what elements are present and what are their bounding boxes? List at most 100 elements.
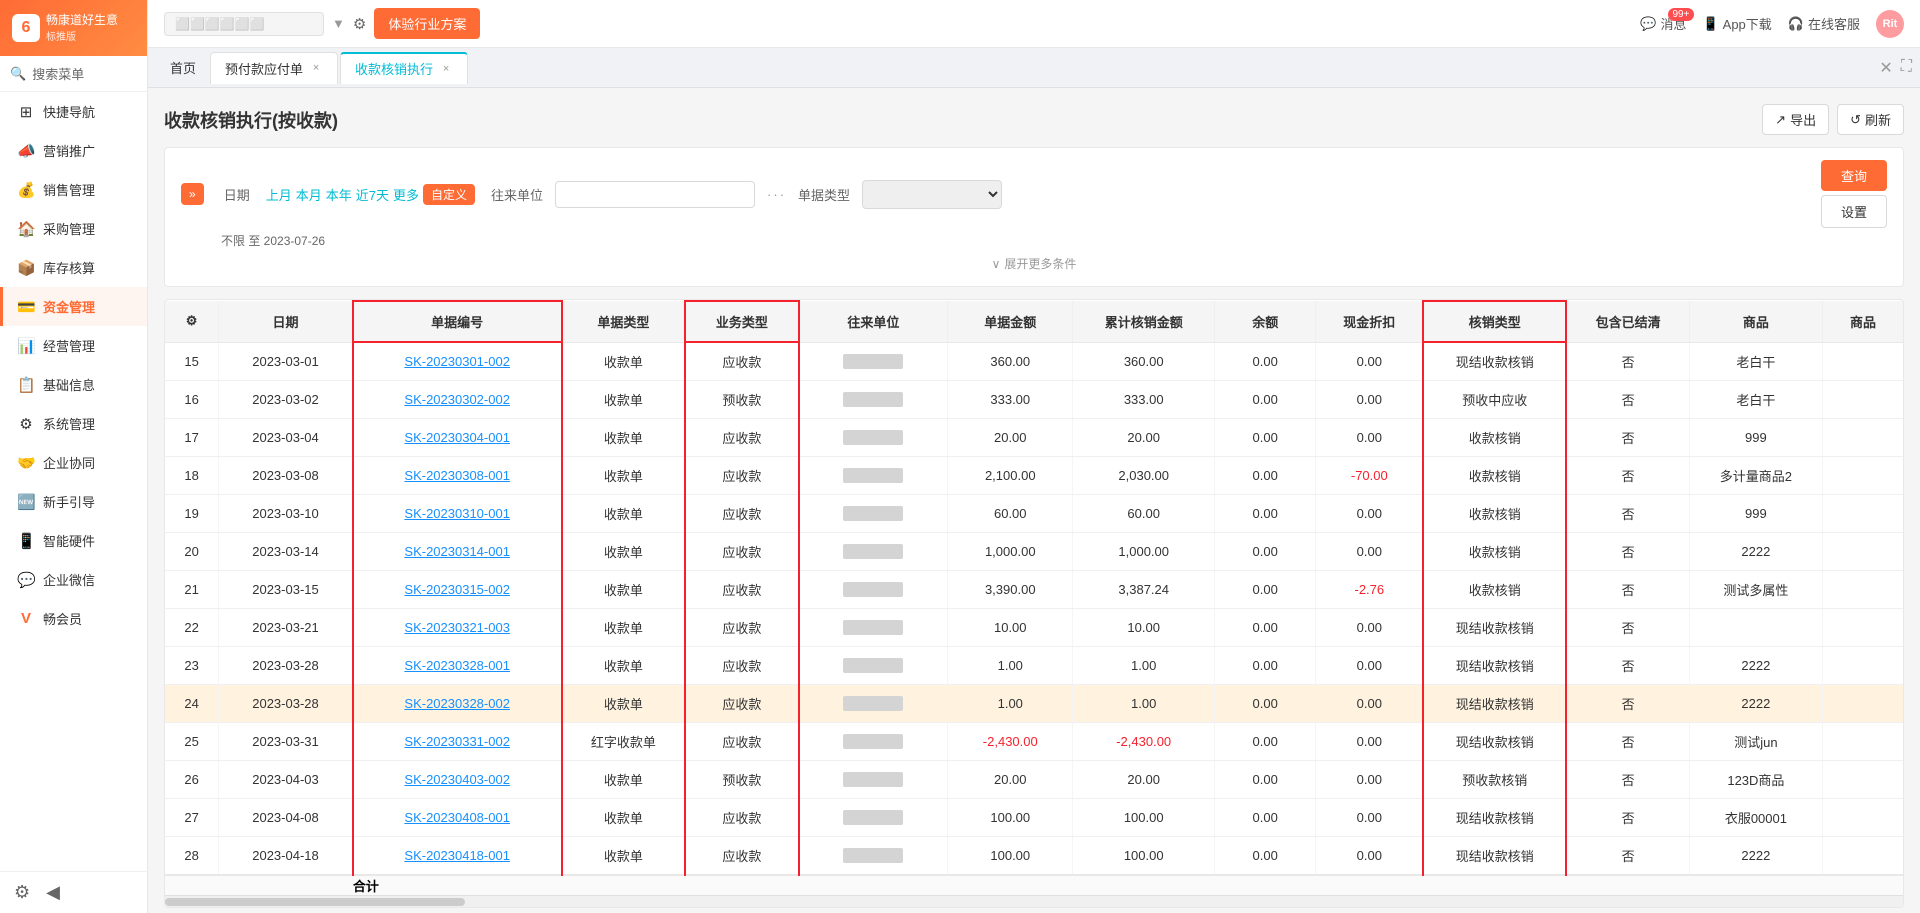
filter-more-dates[interactable]: 更多 — [393, 185, 419, 204]
filter-settings-btn[interactable]: 设置 — [1821, 195, 1887, 228]
table-row[interactable]: 20 2023-03-14 SK-20230314-001 收款单 应收款 ██… — [165, 533, 1903, 571]
billno-link[interactable]: SK-20230308-001 — [404, 468, 510, 483]
topbar-gear-icon[interactable]: ⚙ — [353, 15, 366, 33]
billtype-filter-select[interactable] — [862, 180, 1002, 209]
maximize-window-icon[interactable]: ⛶ — [1901, 58, 1912, 78]
export-btn[interactable]: ↗ 导出 — [1762, 104, 1829, 135]
table-row[interactable]: 22 2023-03-21 SK-20230321-003 收款单 应收款 ██… — [165, 609, 1903, 647]
query-btn[interactable]: 查询 — [1821, 160, 1887, 191]
table-row[interactable]: 24 2023-03-28 SK-20230328-002 收款单 应收款 ██… — [165, 685, 1903, 723]
billno-link[interactable]: SK-20230314-001 — [404, 544, 510, 559]
table-row[interactable]: 21 2023-03-15 SK-20230315-002 收款单 应收款 ██… — [165, 571, 1903, 609]
filter-last-month[interactable]: 上月 — [266, 185, 292, 204]
billno-link[interactable]: SK-20230310-001 — [404, 506, 510, 521]
cell-amount: 100.00 — [948, 799, 1073, 837]
filter-this-year[interactable]: 本年 — [326, 185, 352, 204]
settings-bottom-icon[interactable]: ⚙ — [14, 882, 30, 903]
sidebar-item-sales[interactable]: 💰销售管理 — [0, 170, 147, 209]
col-header-balance[interactable]: 余额 — [1215, 301, 1316, 342]
billno-link[interactable]: SK-20230301-002 — [404, 354, 510, 369]
col-header-date[interactable]: 日期 — [219, 301, 353, 342]
cell-partner: ██████ — [799, 342, 948, 381]
sidebar-item-inventory[interactable]: 📦库存核算 — [0, 248, 147, 287]
billno-link[interactable]: SK-20230328-002 — [404, 696, 510, 711]
filter-custom-btn[interactable]: 自定义 — [423, 184, 475, 205]
filter-last7[interactable]: 近7天 — [356, 185, 389, 204]
cell-canctype: 现结收款核销 — [1423, 837, 1566, 876]
sidebar-item-enterprise[interactable]: 🤝企业协同 — [0, 443, 147, 482]
scrollbar-thumb[interactable] — [165, 898, 465, 906]
billno-link[interactable]: SK-20230304-001 — [404, 430, 510, 445]
col-header-partner[interactable]: 往来单位 — [799, 301, 948, 342]
app-download-btn[interactable]: 📱 App下载 — [1702, 14, 1771, 33]
cell-canctype: 收款核销 — [1423, 419, 1566, 457]
sidebar-item-quick[interactable]: ⊞快捷导航 — [0, 92, 147, 131]
settings-col-icon[interactable]: ⚙ — [186, 313, 198, 328]
billno-link[interactable]: SK-20230328-001 — [404, 658, 510, 673]
table-row[interactable]: 16 2023-03-02 SK-20230302-002 收款单 预收款 ██… — [165, 381, 1903, 419]
tab-prepayment[interactable]: 预付款应付单 × — [210, 52, 338, 84]
col-header-amount[interactable]: 单据金额 — [948, 301, 1073, 342]
cell-canctype: 收款核销 — [1423, 457, 1566, 495]
horizontal-scrollbar[interactable] — [165, 895, 1903, 907]
user-avatar[interactable]: Rit — [1876, 10, 1904, 38]
table-row[interactable]: 15 2023-03-01 SK-20230301-002 收款单 应收款 ██… — [165, 342, 1903, 381]
partner-filter-input[interactable] — [555, 181, 755, 208]
col-header-canctype[interactable]: 核销类型 — [1423, 301, 1566, 342]
col-header-inccleared[interactable]: 包含已结清 — [1566, 301, 1689, 342]
tab-prepayment-close[interactable]: × — [309, 61, 323, 75]
billno-link[interactable]: SK-20230331-002 — [404, 734, 510, 749]
table-row[interactable]: 23 2023-03-28 SK-20230328-001 收款单 应收款 ██… — [165, 647, 1903, 685]
col-header-cashdiscount[interactable]: 现金折扣 — [1316, 301, 1423, 342]
sidebar-item-wechat[interactable]: 💬企业微信 — [0, 560, 147, 599]
table-row[interactable]: 26 2023-04-03 SK-20230403-002 收款单 预收款 ██… — [165, 761, 1903, 799]
col-header-billtype[interactable]: 单据类型 — [562, 301, 686, 342]
sidebar-item-hardware[interactable]: 📱智能硬件 — [0, 521, 147, 560]
address-bar[interactable]: ⬜⬜⬜⬜⬜⬜ — [164, 12, 324, 36]
solution-btn[interactable]: 体验行业方案 — [374, 8, 480, 39]
sidebar-item-system[interactable]: ⚙系统管理 — [0, 404, 147, 443]
sidebar-item-member[interactable]: V畅会员 — [0, 599, 147, 638]
collapse-sidebar-icon[interactable]: ◀ — [46, 882, 60, 903]
table-row[interactable]: 19 2023-03-10 SK-20230310-001 收款单 应收款 ██… — [165, 495, 1903, 533]
filter-expand-btn[interactable]: » — [181, 183, 204, 205]
footer-total-label: 合计 — [353, 875, 562, 895]
sidebar-item-finance[interactable]: 💳资金管理 — [0, 287, 147, 326]
sidebar-item-guide[interactable]: 🆕新手引导 — [0, 482, 147, 521]
cell-billtype: 收款单 — [562, 761, 686, 799]
close-window-icon[interactable]: ✕ — [1879, 58, 1892, 78]
online-service-btn[interactable]: 🎧 在线客服 — [1788, 14, 1860, 33]
sidebar-item-operation[interactable]: 📊经营管理 — [0, 326, 147, 365]
billno-link[interactable]: SK-20230408-001 — [404, 810, 510, 825]
table-row[interactable]: 28 2023-04-18 SK-20230418-001 收款单 应收款 ██… — [165, 837, 1903, 876]
filter-this-month[interactable]: 本月 — [296, 185, 322, 204]
sidebar-item-purchase[interactable]: 🏠采购管理 — [0, 209, 147, 248]
billno-link[interactable]: SK-20230418-001 — [404, 848, 510, 863]
sidebar-item-marketing[interactable]: 📣营销推广 — [0, 131, 147, 170]
table-row[interactable]: 17 2023-03-04 SK-20230304-001 收款单 应收款 ██… — [165, 419, 1903, 457]
table-row[interactable]: 27 2023-04-08 SK-20230408-001 收款单 应收款 ██… — [165, 799, 1903, 837]
cell-balance: 0.00 — [1215, 761, 1316, 799]
col-header-cumamount[interactable]: 累计核销金额 — [1073, 301, 1215, 342]
expand-more-bar[interactable]: ∨ 展开更多条件 — [181, 249, 1887, 274]
billno-link[interactable]: SK-20230315-002 — [404, 582, 510, 597]
tab-home[interactable]: 首页 — [156, 52, 210, 84]
sidebar-search[interactable]: 🔍 搜索菜单 — [0, 56, 147, 92]
sidebar-item-basic[interactable]: 📋基础信息 — [0, 365, 147, 404]
col-header-billno[interactable]: 单据编号 — [353, 301, 562, 342]
message-btn[interactable]: 💬 消息 99+ — [1640, 14, 1686, 33]
billno-link[interactable]: SK-20230403-002 — [404, 772, 510, 787]
table-row[interactable]: 25 2023-03-31 SK-20230331-002 红字收款单 应收款 … — [165, 723, 1903, 761]
billno-link[interactable]: SK-20230302-002 — [404, 392, 510, 407]
tab-collection-close[interactable]: × — [439, 62, 453, 76]
cell-balance: 0.00 — [1215, 495, 1316, 533]
col-header-goods2[interactable]: 商品 — [1822, 301, 1903, 342]
billno-link[interactable]: SK-20230321-003 — [404, 620, 510, 635]
tab-collection[interactable]: 收款核销执行 × — [340, 52, 468, 84]
col-header-biztype[interactable]: 业务类型 — [685, 301, 798, 342]
col-header-goods[interactable]: 商品 — [1689, 301, 1822, 342]
table-row[interactable]: 18 2023-03-08 SK-20230308-001 收款单 应收款 ██… — [165, 457, 1903, 495]
app-download-label: App下载 — [1723, 14, 1772, 33]
cell-partner: ██████ — [799, 723, 948, 761]
refresh-btn[interactable]: ↺ 刷新 — [1837, 104, 1904, 135]
